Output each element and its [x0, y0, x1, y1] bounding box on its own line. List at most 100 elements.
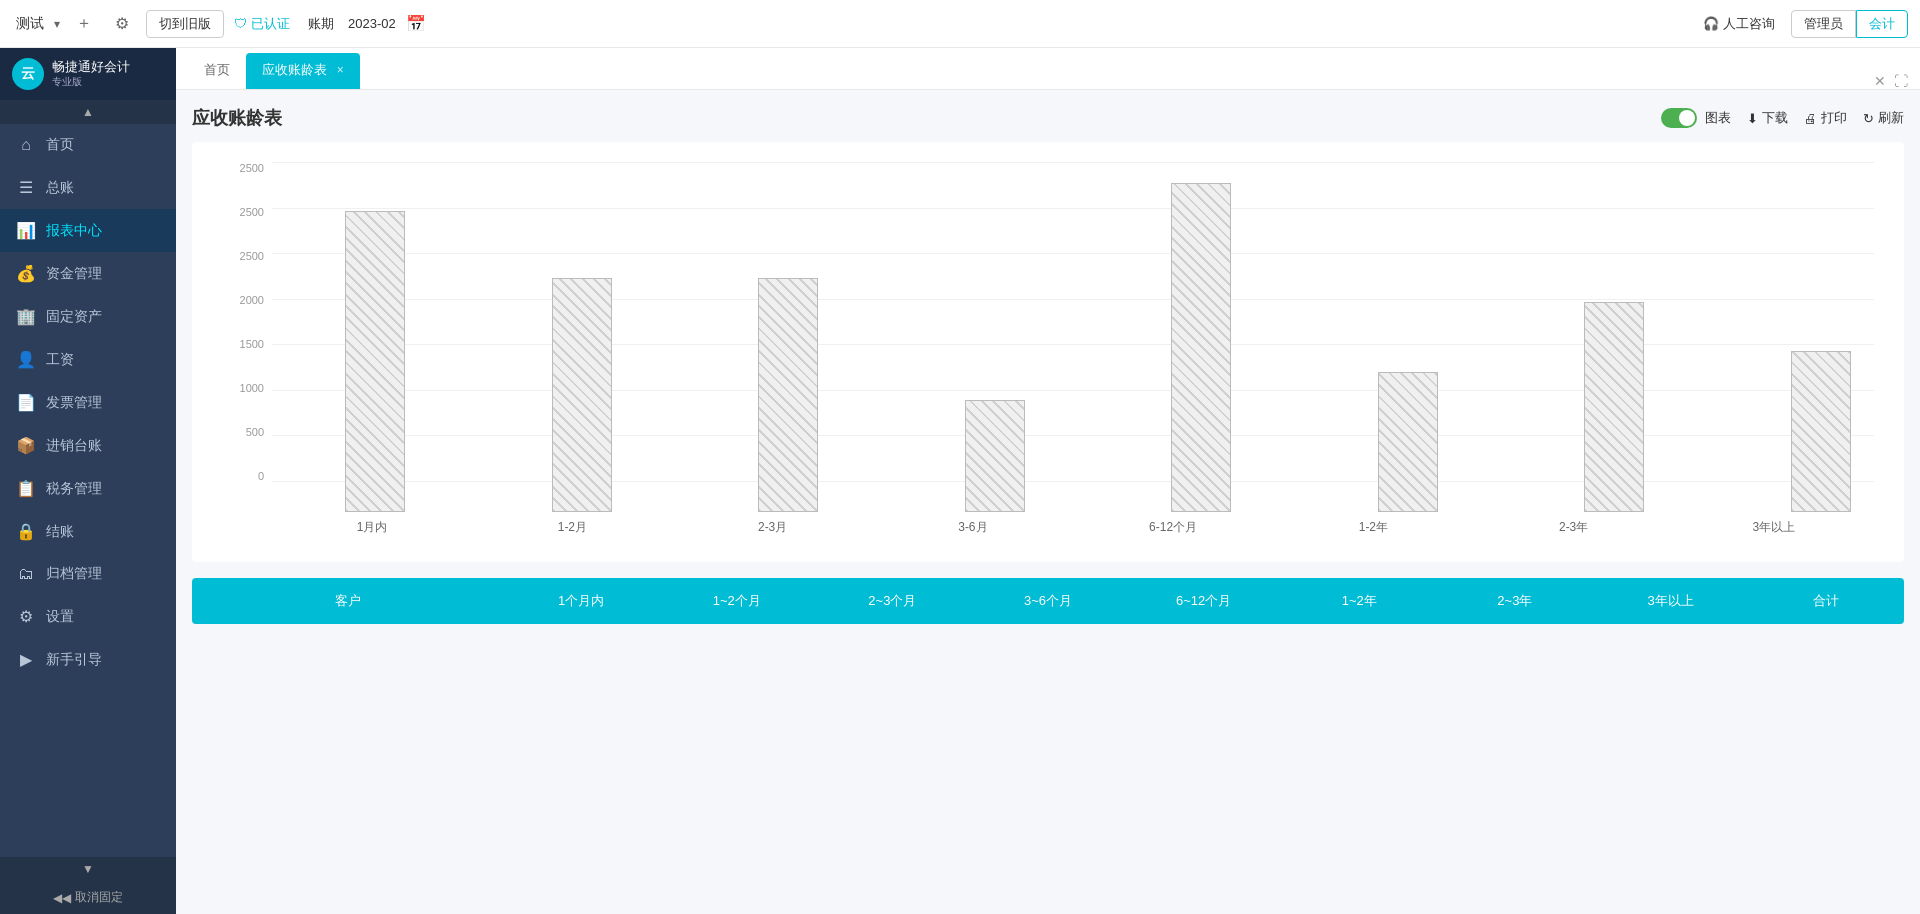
home-icon: ⌂ [16, 136, 36, 154]
y-label: 1000 [240, 382, 264, 394]
switch-old-button[interactable]: 切到旧版 [146, 10, 224, 38]
bar-3plusyear [1791, 351, 1851, 512]
bar-6-12month [1171, 183, 1231, 512]
top-header: 测试 ▾ ＋ ⚙ 切到旧版 🛡 已认证 账期 2023-02 📅 🎧 人工咨询 … [0, 0, 1920, 48]
header-title: 测试 [16, 15, 44, 33]
tabs-bar: 首页 应收账龄表 × ✕ ⛶ [176, 48, 1920, 90]
y-label: 1500 [240, 338, 264, 350]
sidebar-item-archive[interactable]: 🗂 归档管理 [0, 553, 176, 595]
sidebar-item-label: 新手引导 [46, 651, 102, 669]
chart-toggle[interactable]: 图表 [1661, 108, 1731, 128]
sidebar-scroll-down[interactable]: ▼ [0, 857, 176, 881]
ledger-icon: ☰ [16, 178, 36, 197]
sidebar-item-reports[interactable]: 📊 报表中心 [0, 209, 176, 252]
report-title: 应收账龄表 [192, 106, 282, 130]
download-button[interactable]: ⬇ 下载 [1747, 109, 1788, 127]
tab-expand-button[interactable]: ⛶ [1894, 73, 1908, 89]
y-label: 2500 [240, 162, 264, 174]
chart-container: 2500 2500 2500 2000 1500 1000 500 0 [192, 142, 1904, 562]
sidebar-item-label: 固定资产 [46, 308, 102, 326]
reports-icon: 📊 [16, 221, 36, 240]
logo-text: 畅捷通好会计 [52, 59, 130, 76]
x-label-6-12month: 6-12个月 [1073, 519, 1273, 536]
x-label-1month: 1月内 [272, 519, 472, 536]
table-header: 客户 1个月内 1~2个月 2~3个月 3~6个月 6~12个月 1~2年 2~… [192, 578, 1904, 624]
logo-text-block: 畅捷通好会计 专业版 [52, 59, 130, 90]
chart-plot-area: 2500 2500 2500 2000 1500 1000 500 0 [222, 162, 1874, 512]
manager-button[interactable]: 管理员 [1791, 10, 1856, 38]
consult-button[interactable]: 🎧 人工咨询 [1703, 15, 1775, 33]
bar-chart: 2500 2500 2500 2000 1500 1000 500 0 [222, 162, 1874, 542]
tab-home[interactable]: 首页 [188, 53, 246, 89]
table-header-6-12month: 6~12个月 [1126, 578, 1282, 624]
table-header-2-3month: 2~3个月 [815, 578, 971, 624]
guide-icon: ▶ [16, 650, 36, 669]
table-header-3-6month: 3~6个月 [970, 578, 1126, 624]
wages-icon: 👤 [16, 350, 36, 369]
sidebar-item-funds[interactable]: 💰 资金管理 [0, 252, 176, 295]
sidebar-item-label: 报表中心 [46, 222, 102, 240]
settings-icon: ⚙ [16, 607, 36, 626]
print-button[interactable]: 🖨 打印 [1804, 109, 1847, 127]
bar-group-2-3year [1511, 162, 1718, 512]
toggle-thumb [1679, 110, 1695, 126]
y-label: 500 [246, 426, 264, 438]
tab-close-window-button[interactable]: ✕ [1874, 73, 1886, 89]
sidebar-item-assets[interactable]: 🏢 固定资产 [0, 295, 176, 338]
sidebar-item-settings[interactable]: ⚙ 设置 [0, 595, 176, 638]
sidebar-item-label: 总账 [46, 179, 74, 197]
calendar-icon[interactable]: 📅 [406, 14, 426, 33]
toggle-track[interactable] [1661, 108, 1697, 128]
y-label: 0 [258, 470, 264, 482]
funds-icon: 💰 [16, 264, 36, 283]
table-header-1-2year: 1~2年 [1281, 578, 1437, 624]
y-axis: 2500 2500 2500 2000 1500 1000 500 0 [222, 162, 272, 482]
report-header: 应收账龄表 图表 ⬇ 下载 🖨 打印 [192, 106, 1904, 130]
refresh-icon: ↻ [1863, 111, 1874, 126]
sidebar-item-closing[interactable]: 🔒 结账 [0, 510, 176, 553]
sidebar-item-ledger[interactable]: ☰ 总账 [0, 166, 176, 209]
x-label-3plusyear: 3年以上 [1674, 519, 1874, 536]
sidebar-item-label: 工资 [46, 351, 74, 369]
sidebar-item-inventory[interactable]: 📦 进销台账 [0, 424, 176, 467]
bar-group-1-2month [479, 162, 686, 512]
x-label-1-2year: 1-2年 [1273, 519, 1473, 536]
bar-group-2-3month [685, 162, 892, 512]
accountant-button[interactable]: 会计 [1856, 10, 1908, 38]
header-right-section: 🎧 人工咨询 管理员 会计 [1703, 10, 1908, 38]
sidebar-item-label: 进销台账 [46, 437, 102, 455]
table-header-2-3year: 2~3年 [1437, 578, 1593, 624]
table-header-customer: 客户 [192, 578, 503, 624]
sidebar-scroll-up[interactable]: ▲ [0, 100, 176, 124]
sidebar-pin-button[interactable]: ◀◀ 取消固定 [0, 881, 176, 914]
assets-icon: 🏢 [16, 307, 36, 326]
bar-1month [345, 211, 405, 512]
report-actions: 图表 ⬇ 下载 🖨 打印 ↻ 刷新 [1661, 108, 1904, 128]
header-verified-status: 🛡 已认证 [234, 15, 290, 33]
table-header-1-2month: 1~2个月 [659, 578, 815, 624]
sidebar-logo[interactable]: 云 畅捷通好会计 专业版 [0, 48, 176, 100]
y-label: 2000 [240, 294, 264, 306]
header-dropdown-icon[interactable]: ▾ [54, 17, 60, 31]
sidebar-item-home[interactable]: ⌂ 首页 [0, 124, 176, 166]
bar-3-6month [965, 400, 1025, 512]
bar-2-3year [1584, 302, 1644, 512]
headset-icon: 🎧 [1703, 16, 1719, 31]
pin-icon: ◀◀ [53, 891, 71, 905]
bar-1-2year [1378, 372, 1438, 512]
logo-sub: 专业版 [52, 75, 130, 89]
bar-group-3-6month [892, 162, 1099, 512]
x-label-2-3year: 2-3年 [1474, 519, 1674, 536]
header-gear-button[interactable]: ⚙ [108, 10, 136, 38]
header-add-button[interactable]: ＋ [70, 10, 98, 38]
tab-receivable-aging[interactable]: 应收账龄表 × [246, 53, 360, 89]
refresh-button[interactable]: ↻ 刷新 [1863, 109, 1904, 127]
tab-close-button[interactable]: × [337, 63, 344, 77]
sidebar-item-guide[interactable]: ▶ 新手引导 [0, 638, 176, 681]
sidebar-item-label: 资金管理 [46, 265, 102, 283]
main-layout: 云 畅捷通好会计 专业版 ▲ ⌂ 首页 ☰ 总账 📊 报表中心 💰 资金管理 🏢… [0, 48, 1920, 914]
tabs-right-buttons: ✕ ⛶ [1874, 73, 1908, 89]
sidebar-item-invoice[interactable]: 📄 发票管理 [0, 381, 176, 424]
sidebar-item-tax[interactable]: 📋 税务管理 [0, 467, 176, 510]
sidebar-item-wages[interactable]: 👤 工资 [0, 338, 176, 381]
